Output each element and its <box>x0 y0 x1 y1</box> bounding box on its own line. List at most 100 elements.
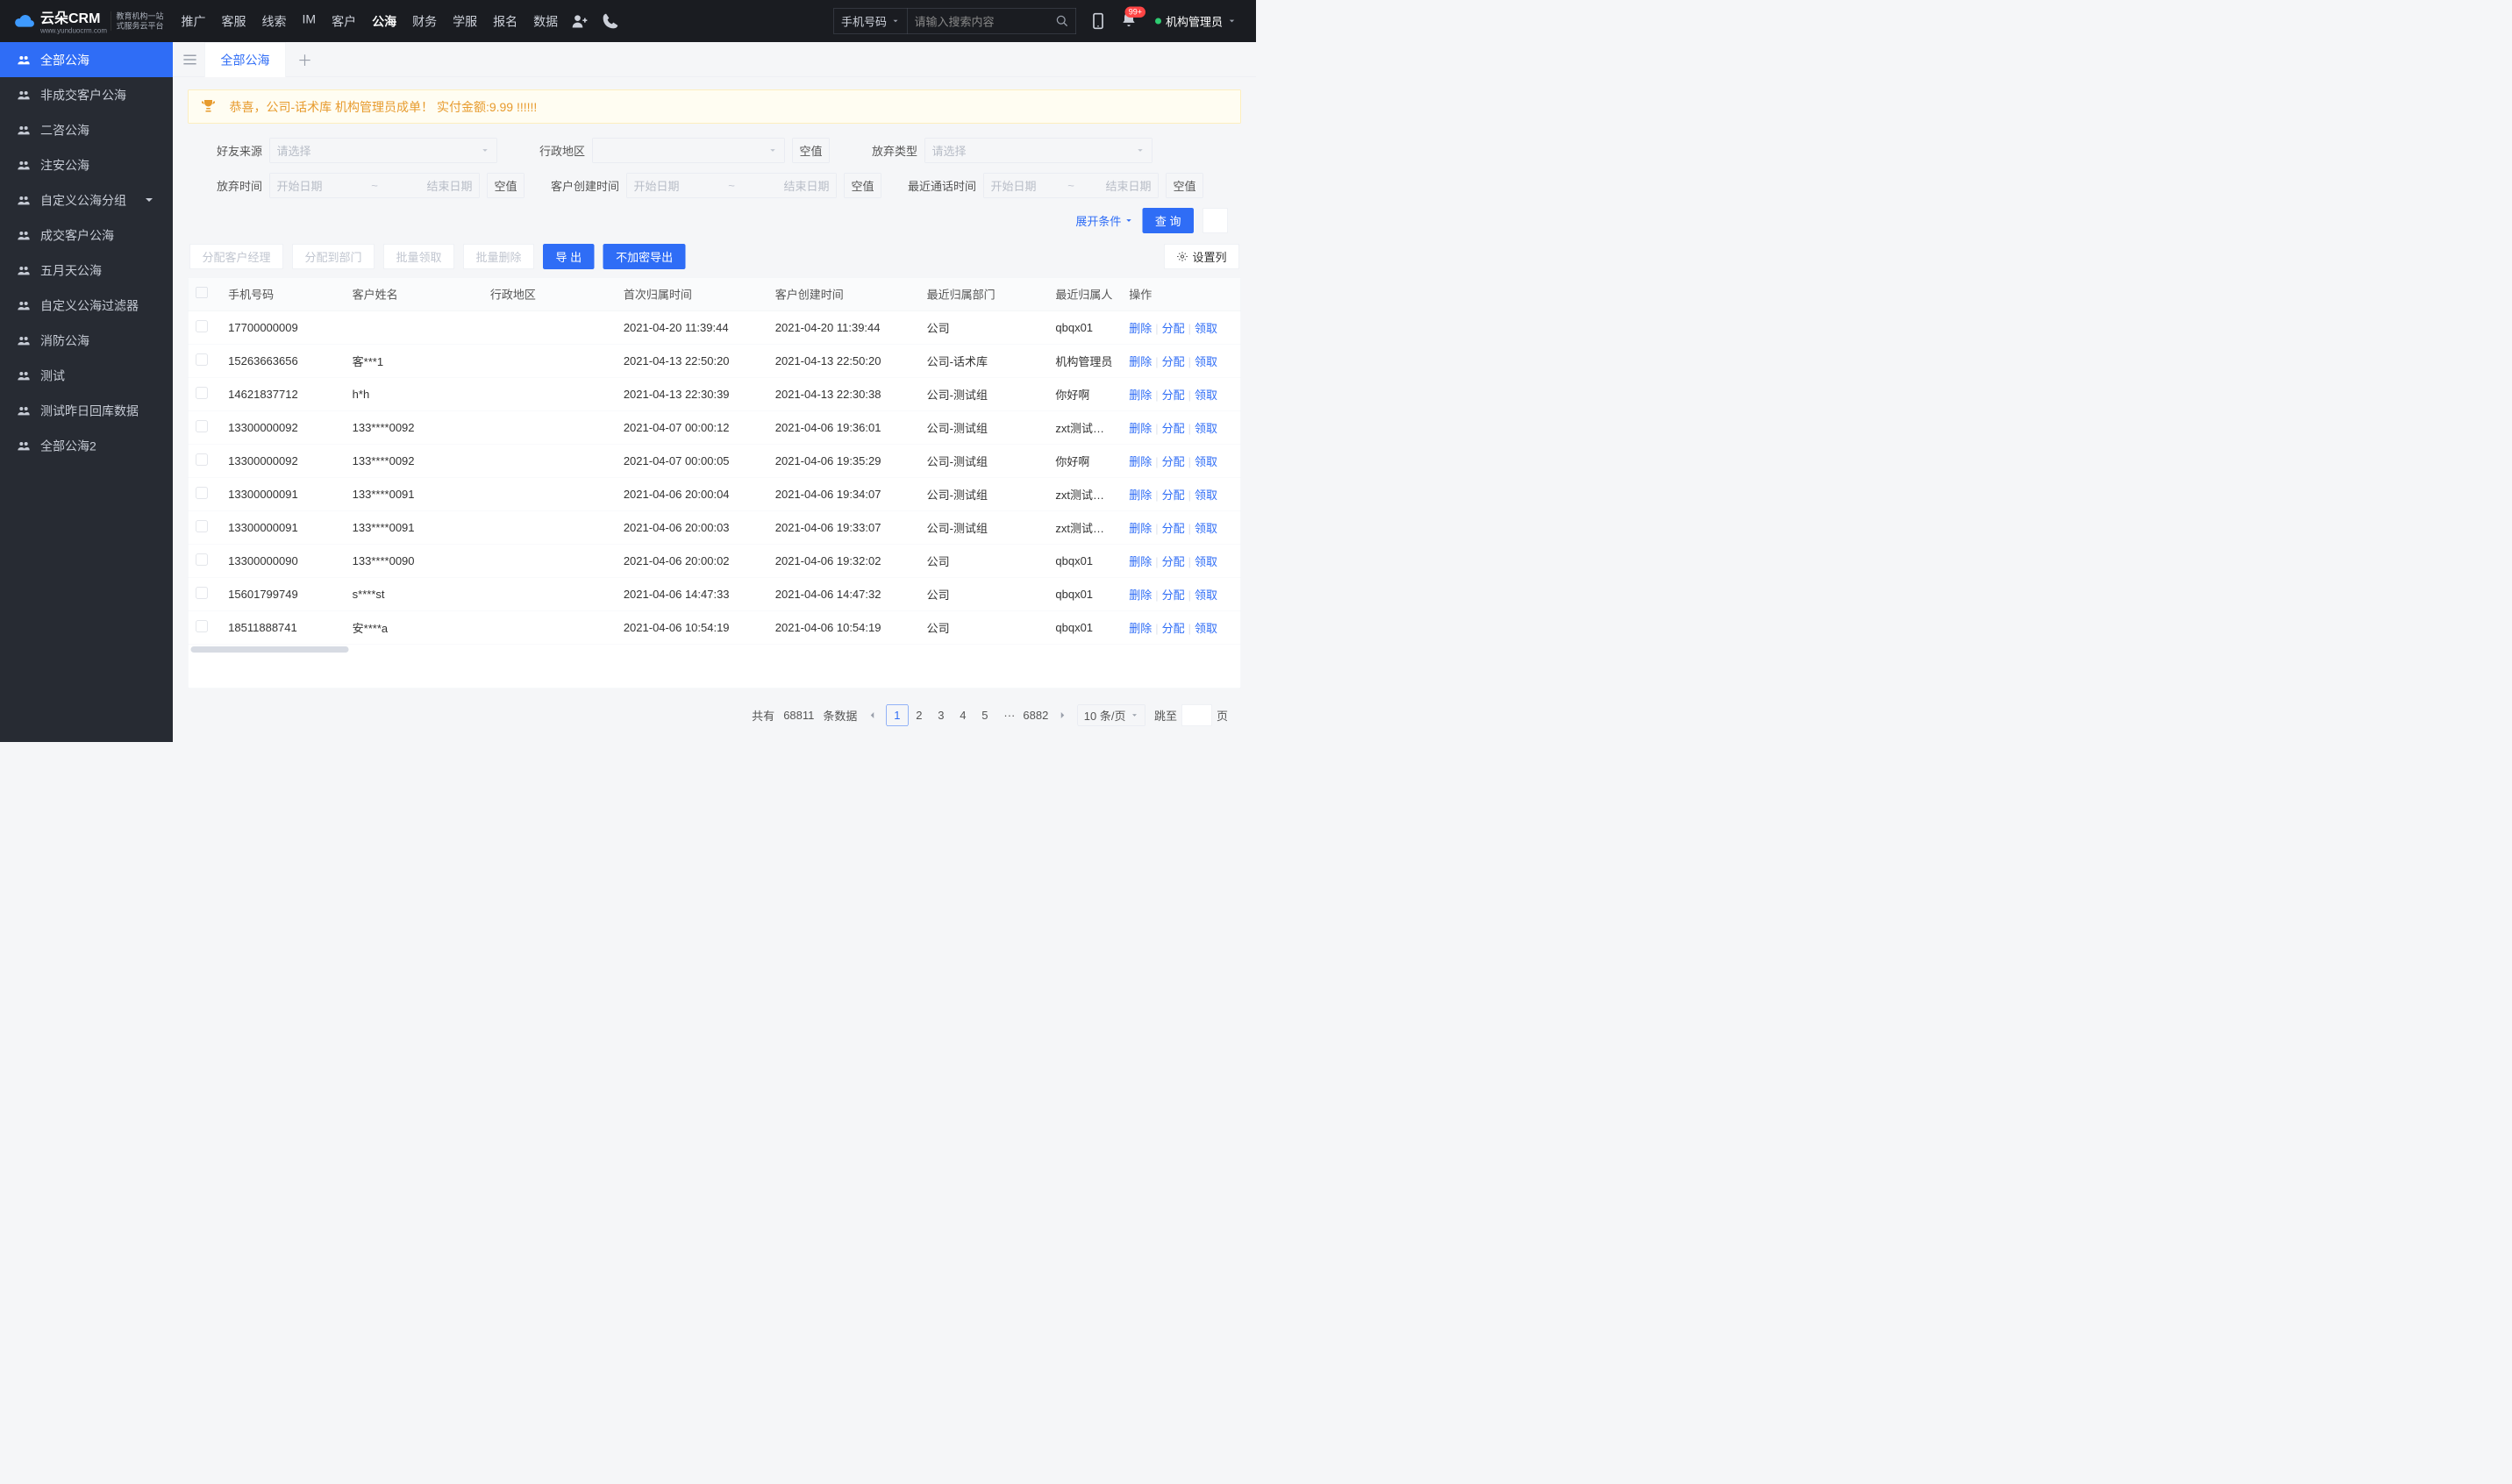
page-number[interactable]: 5 <box>974 704 996 726</box>
select-all-checkbox[interactable] <box>196 287 208 298</box>
op-claim[interactable]: 领取 <box>1195 422 1217 435</box>
op-delete[interactable]: 删除 <box>1129 555 1152 568</box>
columns-button[interactable]: 设置列 <box>1164 244 1239 269</box>
page-last[interactable]: 6882 <box>1023 704 1048 726</box>
nav-公海[interactable]: 公海 <box>372 12 396 30</box>
op-assign[interactable]: 分配 <box>1162 422 1185 435</box>
op-delete[interactable]: 删除 <box>1129 589 1152 602</box>
row-checkbox[interactable] <box>196 553 208 565</box>
page-number[interactable]: 3 <box>930 704 952 726</box>
mobile-icon[interactable] <box>1089 12 1107 30</box>
nav-客服[interactable]: 客服 <box>222 12 246 30</box>
op-claim[interactable]: 领取 <box>1195 489 1217 502</box>
sidebar-item[interactable]: 成交客户公海 <box>0 218 173 253</box>
batch-delete-button[interactable]: 批量删除 <box>463 244 534 269</box>
page-jump-input[interactable] <box>1181 704 1212 726</box>
row-checkbox[interactable] <box>196 387 208 398</box>
sidebar-item[interactable]: 注安公海 <box>0 147 173 182</box>
op-assign[interactable]: 分配 <box>1162 355 1185 368</box>
nav-报名[interactable]: 报名 <box>493 12 517 30</box>
nav-IM[interactable]: IM <box>303 12 317 30</box>
refresh-button[interactable] <box>1202 208 1228 233</box>
op-assign[interactable]: 分配 <box>1162 522 1185 535</box>
op-delete[interactable]: 删除 <box>1129 389 1152 402</box>
op-assign[interactable]: 分配 <box>1162 555 1185 568</box>
sidebar-item[interactable]: 测试 <box>0 358 173 393</box>
row-checkbox[interactable] <box>196 487 208 498</box>
select-abandon-type[interactable]: 请选择 <box>924 138 1153 163</box>
add-user-icon[interactable] <box>571 12 589 30</box>
op-claim[interactable]: 领取 <box>1195 622 1217 635</box>
page-next-icon[interactable] <box>1056 710 1068 722</box>
sidebar-item[interactable]: 二咨公海 <box>0 112 173 147</box>
row-checkbox[interactable] <box>196 420 208 432</box>
nav-数据[interactable]: 数据 <box>533 12 558 30</box>
sidebar-item[interactable]: 自定义公海过滤器 <box>0 288 173 323</box>
sidebar-item[interactable]: 消防公海 <box>0 323 173 358</box>
export-plain-button[interactable]: 不加密导出 <box>603 244 686 269</box>
op-delete[interactable]: 删除 <box>1129 622 1152 635</box>
tabs-list-icon[interactable] <box>182 51 198 68</box>
null-region-button[interactable]: 空值 <box>792 138 830 163</box>
op-assign[interactable]: 分配 <box>1162 455 1185 468</box>
assign-manager-button[interactable]: 分配客户经理 <box>189 244 283 269</box>
expand-conditions-link[interactable]: 展开条件 <box>1075 212 1133 229</box>
date-abandon-time[interactable]: 开始日期~结束日期 <box>269 173 480 198</box>
op-claim[interactable]: 领取 <box>1195 322 1217 335</box>
null-abandon-button[interactable]: 空值 <box>487 173 525 198</box>
row-checkbox[interactable] <box>196 320 208 332</box>
page-number[interactable]: 4 <box>952 704 974 726</box>
op-claim[interactable]: 领取 <box>1195 389 1217 402</box>
bell-icon[interactable]: 99+ <box>1120 11 1138 32</box>
tab-add-button[interactable]: ＋ <box>286 49 324 71</box>
op-delete[interactable]: 删除 <box>1129 522 1152 535</box>
op-assign[interactable]: 分配 <box>1162 589 1185 602</box>
op-delete[interactable]: 删除 <box>1129 455 1152 468</box>
select-source[interactable]: 请选择 <box>269 138 497 163</box>
nav-学服[interactable]: 学服 <box>453 12 477 30</box>
export-button[interactable]: 导 出 <box>543 244 595 269</box>
row-checkbox[interactable] <box>196 620 208 631</box>
nav-推广[interactable]: 推广 <box>182 12 206 30</box>
op-assign[interactable]: 分配 <box>1162 622 1185 635</box>
op-claim[interactable]: 领取 <box>1195 589 1217 602</box>
date-create-time[interactable]: 开始日期~结束日期 <box>626 173 837 198</box>
tab-active[interactable]: 全部公海 <box>204 42 286 77</box>
batch-claim-button[interactable]: 批量领取 <box>383 244 454 269</box>
page-prev-icon[interactable] <box>866 710 878 722</box>
op-claim[interactable]: 领取 <box>1195 555 1217 568</box>
page-size-select[interactable]: 10 条/页 <box>1077 704 1145 726</box>
page-number[interactable]: 1 <box>886 704 908 726</box>
sidebar-item[interactable]: 五月天公海 <box>0 253 173 288</box>
phone-icon[interactable] <box>602 12 619 30</box>
row-checkbox[interactable] <box>196 520 208 532</box>
row-checkbox[interactable] <box>196 587 208 598</box>
op-claim[interactable]: 领取 <box>1195 455 1217 468</box>
op-delete[interactable]: 删除 <box>1129 489 1152 502</box>
op-assign[interactable]: 分配 <box>1162 489 1185 502</box>
op-assign[interactable]: 分配 <box>1162 389 1185 402</box>
op-delete[interactable]: 删除 <box>1129 322 1152 335</box>
query-button[interactable]: 查 询 <box>1142 208 1194 233</box>
op-claim[interactable]: 领取 <box>1195 522 1217 535</box>
sidebar-item[interactable]: 非成交客户公海 <box>0 77 173 112</box>
select-region[interactable] <box>592 138 785 163</box>
sidebar-item[interactable]: 自定义公海分组 <box>0 182 173 218</box>
null-create-button[interactable]: 空值 <box>844 173 881 198</box>
null-lastcall-button[interactable]: 空值 <box>1166 173 1203 198</box>
op-claim[interactable]: 领取 <box>1195 355 1217 368</box>
op-assign[interactable]: 分配 <box>1162 322 1185 335</box>
date-last-call[interactable]: 开始日期~结束日期 <box>983 173 1159 198</box>
nav-财务[interactable]: 财务 <box>412 12 437 30</box>
assign-dept-button[interactable]: 分配到部门 <box>292 244 375 269</box>
search-type-select[interactable]: 手机号码 <box>833 8 907 34</box>
nav-客户[interactable]: 客户 <box>332 12 356 30</box>
sidebar-item[interactable]: 全部公海 <box>0 42 173 77</box>
user-menu[interactable]: 机构管理员 <box>1155 13 1237 30</box>
row-checkbox[interactable] <box>196 453 208 465</box>
row-checkbox[interactable] <box>196 353 208 365</box>
op-delete[interactable]: 删除 <box>1129 422 1152 435</box>
sidebar-item[interactable]: 测试昨日回库数据 <box>0 393 173 428</box>
nav-线索[interactable]: 线索 <box>262 12 287 30</box>
page-number[interactable]: 2 <box>908 704 930 726</box>
